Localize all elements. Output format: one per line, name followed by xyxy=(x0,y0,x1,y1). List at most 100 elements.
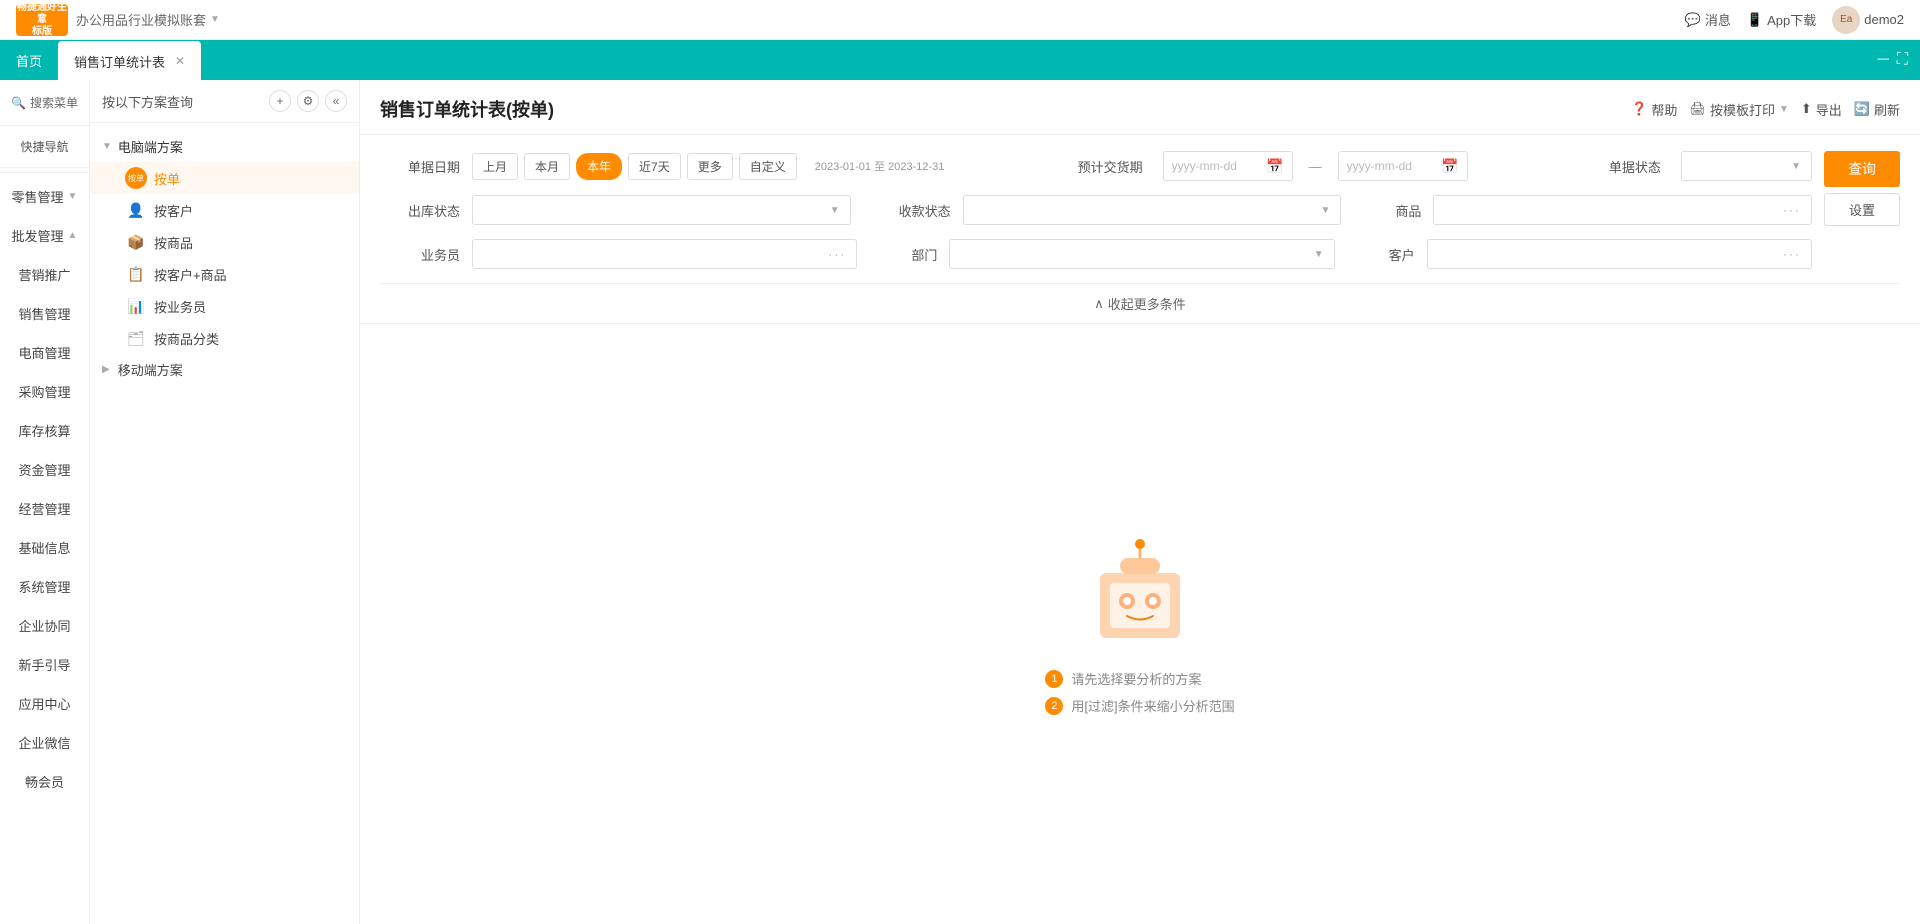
app-download-label: App下载 xyxy=(1767,10,1816,29)
tree-group-pc-header[interactable]: ▼ 电脑端方案 xyxy=(90,131,359,162)
sidebar-item-inventory-label: 库存核算 xyxy=(18,421,70,440)
tab-bar-actions: ─ ⛶ xyxy=(1877,51,1920,69)
tab-close-icon[interactable]: ✕ xyxy=(175,54,185,68)
query-button[interactable]: 查询 xyxy=(1824,151,1900,187)
scheme-panel: 按以下方案查询 + ⚙ « ▼ 电脑端方案 xyxy=(90,80,360,924)
department-select[interactable]: ▼ xyxy=(949,239,1334,269)
sidebar-item-collab[interactable]: 企业协同 xyxy=(0,606,89,645)
expected-date-from[interactable]: yyyy-mm-dd 📅 xyxy=(1163,151,1293,181)
add-scheme-button[interactable]: + xyxy=(269,90,291,112)
user-menu[interactable]: Ea demo2 xyxy=(1832,6,1904,34)
date-btn-last-month[interactable]: 上月 xyxy=(472,153,518,180)
tree-item-by-order[interactable]: 按单 按单 xyxy=(90,162,359,194)
refresh-button[interactable]: 🔄 刷新 xyxy=(1854,100,1900,119)
tree-item-by-customer[interactable]: 👤 按客户 xyxy=(90,194,359,226)
tab-home[interactable]: 首页 xyxy=(0,40,58,80)
tree-item-by-salesman[interactable]: 📊 按业务员 xyxy=(90,290,359,322)
customer-label: 客户 xyxy=(1375,245,1415,264)
app-download-button[interactable]: 📱 App下载 xyxy=(1747,10,1816,29)
salesman-select[interactable]: ··· xyxy=(472,239,857,269)
tree-item-by-product[interactable]: 📦 按商品 xyxy=(90,226,359,258)
ship-status-select[interactable]: ▼ xyxy=(472,195,851,225)
sidebar-item-inventory[interactable]: 库存核算 xyxy=(0,411,89,450)
date-btn-this-month[interactable]: 本月 xyxy=(524,153,570,180)
sidebar-item-basic-info[interactable]: 基础信息 xyxy=(0,528,89,567)
filter-row-3: 业务员 ··· 部门 ▼ 客户 xyxy=(380,239,1812,269)
date-btn-this-year[interactable]: 本年 xyxy=(576,153,622,180)
sidebar-item-ecommerce-label: 电商管理 xyxy=(18,343,70,362)
sidebar-item-sales[interactable]: 销售管理 xyxy=(0,294,89,333)
sidebar-item-operations[interactable]: 经营管理 xyxy=(0,489,89,528)
tree-item-by-category-icon: 🗂 xyxy=(126,328,146,348)
expected-date-to[interactable]: yyyy-mm-dd 📅 xyxy=(1338,151,1468,181)
sidebar-item-system[interactable]: 系统管理 xyxy=(0,567,89,606)
department-label: 部门 xyxy=(897,245,937,264)
sidebar-item-finance[interactable]: 资金管理 xyxy=(0,450,89,489)
print-button[interactable]: 🖨 按模板打印 ▼ xyxy=(1689,100,1788,119)
product-select[interactable]: ··· xyxy=(1433,195,1812,225)
content-area: 按以下方案查询 + ⚙ « ▼ 电脑端方案 xyxy=(90,80,1920,924)
tree-item-by-cust-prod[interactable]: 📋 按客户+商品 xyxy=(90,258,359,290)
product-label: 商品 xyxy=(1381,201,1421,220)
sidebar-item-guide[interactable]: 新手引导 xyxy=(0,645,89,684)
salesman-icon: 📊 xyxy=(127,298,144,315)
order-status-label: 单据状态 xyxy=(1609,157,1661,176)
sidebar-item-system-label: 系统管理 xyxy=(18,577,70,596)
tree-group-mobile: ▶ 移动端方案 xyxy=(90,354,359,385)
export-label: 导出 xyxy=(1816,100,1842,119)
sidebar-item-ecommerce[interactable]: 电商管理 xyxy=(0,333,89,372)
sidebar-search-section: 🔍 搜索菜单 xyxy=(0,80,89,126)
sidebar-item-marketing[interactable]: 营销推广 xyxy=(0,255,89,294)
collapse-more-button[interactable]: ∧ 收起更多条件 xyxy=(380,283,1900,323)
customer-select[interactable]: ··· xyxy=(1427,239,1812,269)
search-menu-label: 搜索菜单 xyxy=(30,94,78,111)
tree-item-by-salesman-icon: 📊 xyxy=(126,296,146,316)
tree-group-mobile-header[interactable]: ▶ 移动端方案 xyxy=(90,354,359,385)
tab-sales-stat[interactable]: 销售订单统计表 ✕ xyxy=(58,41,201,81)
date-btn-7days[interactable]: 近7天 xyxy=(628,153,681,180)
print-label: 按模板打印 xyxy=(1710,100,1775,119)
customer-more-btn[interactable]: ··· xyxy=(1783,247,1801,261)
receipt-status-select[interactable]: ▼ xyxy=(963,195,1342,225)
minimize-icon[interactable]: ─ xyxy=(1877,51,1888,69)
sidebar-item-shortcut[interactable]: 快捷导航 xyxy=(0,132,89,161)
help-button[interactable]: ❓ 帮助 xyxy=(1631,100,1677,119)
logo-text: 畅捷通好生意标版 xyxy=(16,2,68,38)
set-button[interactable]: 设置 xyxy=(1824,193,1900,226)
tree-item-by-cust-prod-icon: 📋 xyxy=(126,264,146,284)
sidebar-item-purchase[interactable]: 采购管理 xyxy=(0,372,89,411)
chevron-down-icon: ▼ xyxy=(210,14,220,25)
search-menu-button[interactable]: 🔍 搜索菜单 xyxy=(8,88,81,117)
salesman-more-btn[interactable]: ··· xyxy=(828,247,846,261)
export-button[interactable]: ⬆ 导出 xyxy=(1801,100,1842,119)
message-button[interactable]: 💬 消息 xyxy=(1685,10,1731,29)
chevron-right-icon: ▶ xyxy=(102,364,110,375)
date-btn-custom[interactable]: 自定义 xyxy=(739,153,797,180)
download-icon: 📱 xyxy=(1747,12,1763,28)
collapse-scheme-button[interactable]: « xyxy=(325,90,347,112)
date-range-separator: — xyxy=(1309,159,1322,174)
sidebar-item-guide-label: 新手引导 xyxy=(18,655,70,674)
customer-icon: 👤 xyxy=(127,202,144,219)
sidebar-item-enterprise-wechat[interactable]: 企业微信 xyxy=(0,723,89,762)
maximize-icon[interactable]: ⛶ xyxy=(1897,51,1908,69)
product-more-btn[interactable]: ··· xyxy=(1783,203,1801,217)
sidebar-item-member[interactable]: 畅会员 xyxy=(0,762,89,801)
sidebar-item-app-center[interactable]: 应用中心 xyxy=(0,684,89,723)
sidebar-item-wholesale[interactable]: 批发管理 ▲ xyxy=(0,216,89,255)
filter-body: 单据日期 上月 本月 本年 近7天 更多 自定义 2023-01-01 至 20… xyxy=(360,135,1920,324)
expected-date-to-placeholder: yyyy-mm-dd xyxy=(1347,159,1412,173)
sidebar-shortcut-section: 快捷导航 xyxy=(0,126,89,168)
sidebar-item-retail[interactable]: 零售管理 ▼ xyxy=(0,177,89,216)
category-icon: 🗂 xyxy=(127,330,145,347)
sidebar-item-member-label: 畅会员 xyxy=(25,772,64,791)
setting-scheme-button[interactable]: ⚙ xyxy=(297,90,319,112)
date-btn-more[interactable]: 更多 xyxy=(687,153,733,180)
tab-home-label: 首页 xyxy=(16,51,42,70)
scheme-tree: ▼ 电脑端方案 按单 按单 👤 按客户 xyxy=(90,123,359,924)
tree-item-by-category[interactable]: 🗂 按商品分类 xyxy=(90,322,359,354)
add-icon: + xyxy=(276,94,283,108)
app-selector[interactable]: 办公用品行业模拟账套 ▼ xyxy=(76,10,220,29)
tree-item-by-cust-prod-label: 按客户+商品 xyxy=(154,265,227,284)
order-status-select[interactable]: ▼ xyxy=(1681,151,1812,181)
